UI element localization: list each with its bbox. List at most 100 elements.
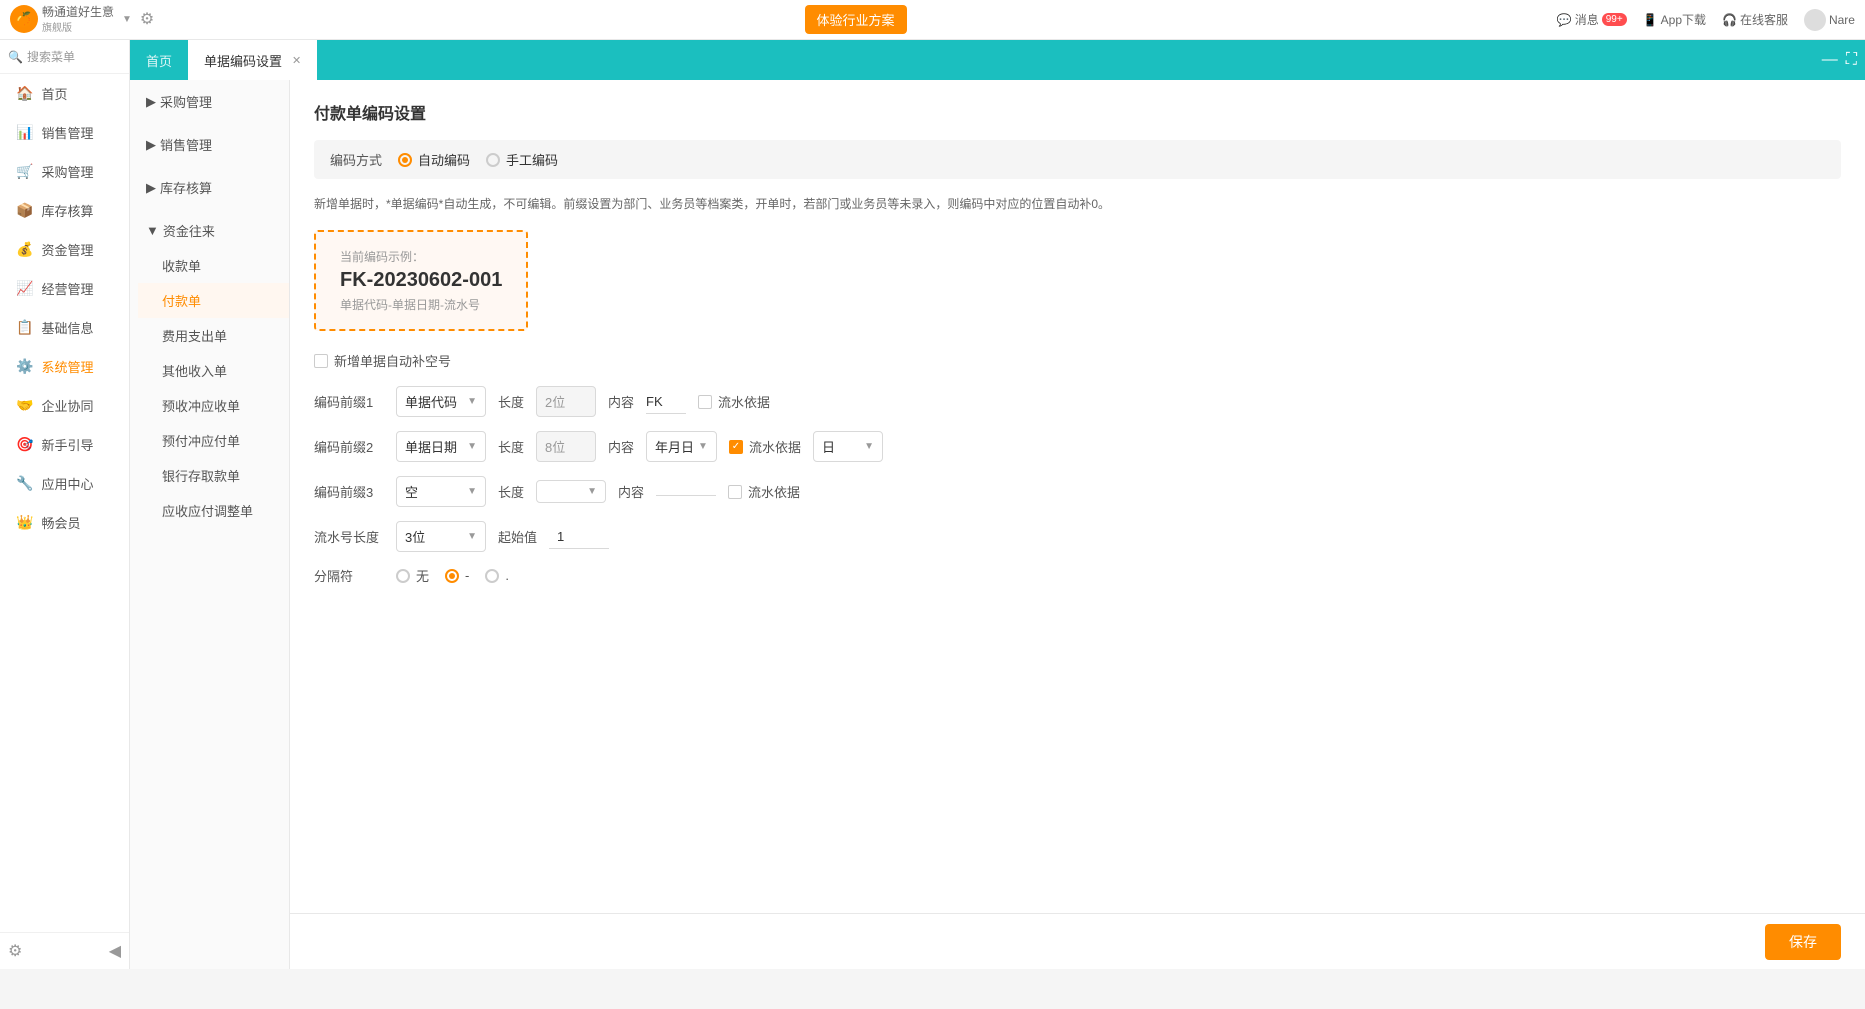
sec-arrow-inventory: ▶ (146, 180, 156, 196)
prefix3-length-select[interactable]: ▼ (536, 480, 606, 503)
app-download[interactable]: 📱 App下载 (1643, 11, 1706, 28)
separator-row: 分隔符 无 - . (314, 566, 1841, 585)
message-area[interactable]: 💬 消息 99+ (1557, 11, 1627, 28)
prefix3-content-value (656, 487, 716, 496)
sep-radio-dot1[interactable]: - (445, 568, 469, 583)
sidebar-collapse-icon[interactable]: ◀ (109, 941, 121, 961)
message-badge: 99+ (1602, 13, 1627, 26)
sec-group-purchase: ▶ 采购管理 (130, 80, 289, 123)
radio-manual-circle (486, 153, 500, 167)
tab-encoding[interactable]: 单据编码设置 ✕ (188, 40, 317, 80)
sec-label-funds: 资金往来 (163, 221, 215, 240)
top-bar: 🍊 畅通道好生意 旗舰版 ▼ ⚙ 体验行业方案 💬 消息 99+ 📱 App下载… (0, 0, 1865, 40)
sec-item-adjust[interactable]: 应收应付调整单 (138, 493, 289, 528)
sec-item-advance-pay[interactable]: 预付冲应付单 (138, 423, 289, 458)
sep-radio-dot2[interactable]: . (485, 568, 509, 583)
message-icon: 💬 (1557, 13, 1572, 27)
radio-auto-label: 自动编码 (418, 150, 470, 169)
sep-dot2-circle (485, 569, 499, 583)
user-area[interactable]: Nare (1804, 9, 1855, 31)
prefix2-serial-checkbox[interactable]: ✓ (729, 440, 743, 454)
sep-dot1-label: - (465, 568, 469, 583)
sec-item-advance-recv[interactable]: 预收冲应收单 (138, 388, 289, 423)
sidebar-item-vip[interactable]: 👑 畅会员 (0, 503, 129, 542)
sidebar-item-guide[interactable]: 🎯 新手引导 (0, 425, 129, 464)
prefix3-serial-label: 流水依据 (748, 482, 800, 501)
prefix2-value: 单据日期 (405, 437, 457, 456)
sales-icon: 📊 (16, 124, 33, 141)
prefix3-select[interactable]: 空 ▼ (396, 476, 486, 507)
sec-header-purchase[interactable]: ▶ 采购管理 (130, 84, 289, 119)
sidebar-item-sales[interactable]: 📊 销售管理 (0, 113, 129, 152)
logo-dropdown-icon[interactable]: ▼ (122, 14, 132, 25)
prefix2-serial-unit-select[interactable]: 日 ▼ (813, 431, 883, 462)
prefix2-serial-row: ✓ 流水依据 (729, 437, 801, 456)
prefix1-serial-checkbox[interactable] (698, 395, 712, 409)
sidebar-item-inventory[interactable]: 📦 库存核算 (0, 191, 129, 230)
sidebar-label-system: 系统管理 (41, 357, 93, 376)
auto-fill-label: 新增单据自动补空号 (334, 351, 451, 370)
sep-radio-none[interactable]: 无 (396, 566, 429, 585)
trial-button[interactable]: 体验行业方案 (805, 5, 907, 34)
preview-code: FK-20230602-001 (340, 269, 502, 292)
logo-sub: 旗舰版 (42, 19, 114, 34)
sidebar-label-enterprise: 企业协同 (41, 396, 93, 415)
sec-header-funds[interactable]: ▼ 资金往来 (130, 213, 289, 248)
auto-fill-checkbox[interactable] (314, 354, 328, 368)
sidebar-item-operation[interactable]: 📈 经营管理 (0, 269, 129, 308)
sep-none-circle (396, 569, 410, 583)
app-download-icon: 📱 (1643, 13, 1658, 27)
save-button[interactable]: 保存 (1765, 924, 1841, 960)
online-service[interactable]: 🎧 在线客服 (1722, 11, 1788, 28)
sidebar-search[interactable]: 🔍 搜索菜单 (0, 40, 129, 74)
prefix2-serial-unit: 日 (822, 437, 835, 456)
service-label: 在线客服 (1740, 11, 1788, 28)
home-icon: 🏠 (16, 85, 33, 102)
sidebar-label-inventory: 库存核算 (41, 201, 93, 220)
prefix2-select[interactable]: 单据日期 ▼ (396, 431, 486, 462)
basic-icon: 📋 (16, 319, 33, 336)
sidebar-item-purchase[interactable]: 🛒 采购管理 (0, 152, 129, 191)
sec-submenu-funds: 收款单 付款单 费用支出单 其他收入单 预收冲应收单 (130, 248, 289, 528)
start-value-input[interactable]: 1 (549, 525, 609, 549)
sidebar-item-home[interactable]: 🏠 首页 (0, 74, 129, 113)
sec-header-inventory[interactable]: ▶ 库存核算 (130, 170, 289, 205)
tab-encoding-label: 单据编码设置 (204, 51, 282, 70)
tab-home[interactable]: 首页 (130, 40, 188, 80)
search-icon: 🔍 (8, 50, 23, 64)
app-logo: 🍊 畅通道好生意 旗舰版 (10, 5, 114, 34)
tab-minimize-button[interactable]: — (1822, 51, 1838, 69)
sec-label-bank: 银行存取款单 (162, 466, 240, 485)
sidebar-item-finance[interactable]: 💰 资金管理 (0, 230, 129, 269)
radio-manual[interactable]: 手工编码 (486, 150, 558, 169)
prefix1-row: 编码前缀1 单据代码 ▼ 长度 2位 内容 FK 流水依 (314, 386, 1841, 417)
sec-item-receipt[interactable]: 收款单 (138, 248, 289, 283)
serial-length-select[interactable]: 3位 ▼ (396, 521, 486, 552)
sec-item-expense[interactable]: 费用支出单 (138, 318, 289, 353)
app-center-icon: 🔧 (16, 475, 33, 492)
sec-header-sales[interactable]: ▶ 销售管理 (130, 127, 289, 162)
sidebar-item-app-center[interactable]: 🔧 应用中心 (0, 464, 129, 503)
prefix3-serial-checkbox[interactable] (728, 485, 742, 499)
prefix1-value: 单据代码 (405, 392, 457, 411)
radio-auto[interactable]: 自动编码 (398, 150, 470, 169)
sec-item-other-income[interactable]: 其他收入单 (138, 353, 289, 388)
sidebar-label-basic: 基础信息 (41, 318, 93, 337)
encoding-method-label: 编码方式 (330, 150, 382, 169)
settings-icon[interactable]: ⚙ (140, 9, 154, 29)
prefix2-content-select[interactable]: 年月日 ▼ (646, 431, 717, 462)
tab-close-icon[interactable]: ✕ (292, 54, 301, 67)
tab-maximize-button[interactable]: ⛶ (1846, 51, 1857, 69)
sidebar-item-basic[interactable]: 📋 基础信息 (0, 308, 129, 347)
sec-label-adjust: 应收应付调整单 (162, 501, 253, 520)
sidebar-settings-icon[interactable]: ⚙ (8, 941, 22, 961)
serial-length-label: 流水号长度 (314, 527, 384, 546)
sec-item-bank[interactable]: 银行存取款单 (138, 458, 289, 493)
sec-item-payment[interactable]: 付款单 (138, 283, 289, 318)
prefix2-length-value: 8位 (536, 431, 596, 462)
prefix1-select[interactable]: 单据代码 ▼ (396, 386, 486, 417)
prefix1-content-value: FK (646, 390, 686, 414)
sidebar-label-vip: 畅会员 (41, 513, 80, 532)
sidebar-item-enterprise[interactable]: 🤝 企业协同 (0, 386, 129, 425)
sidebar-item-system[interactable]: ⚙️ 系统管理 (0, 347, 129, 386)
